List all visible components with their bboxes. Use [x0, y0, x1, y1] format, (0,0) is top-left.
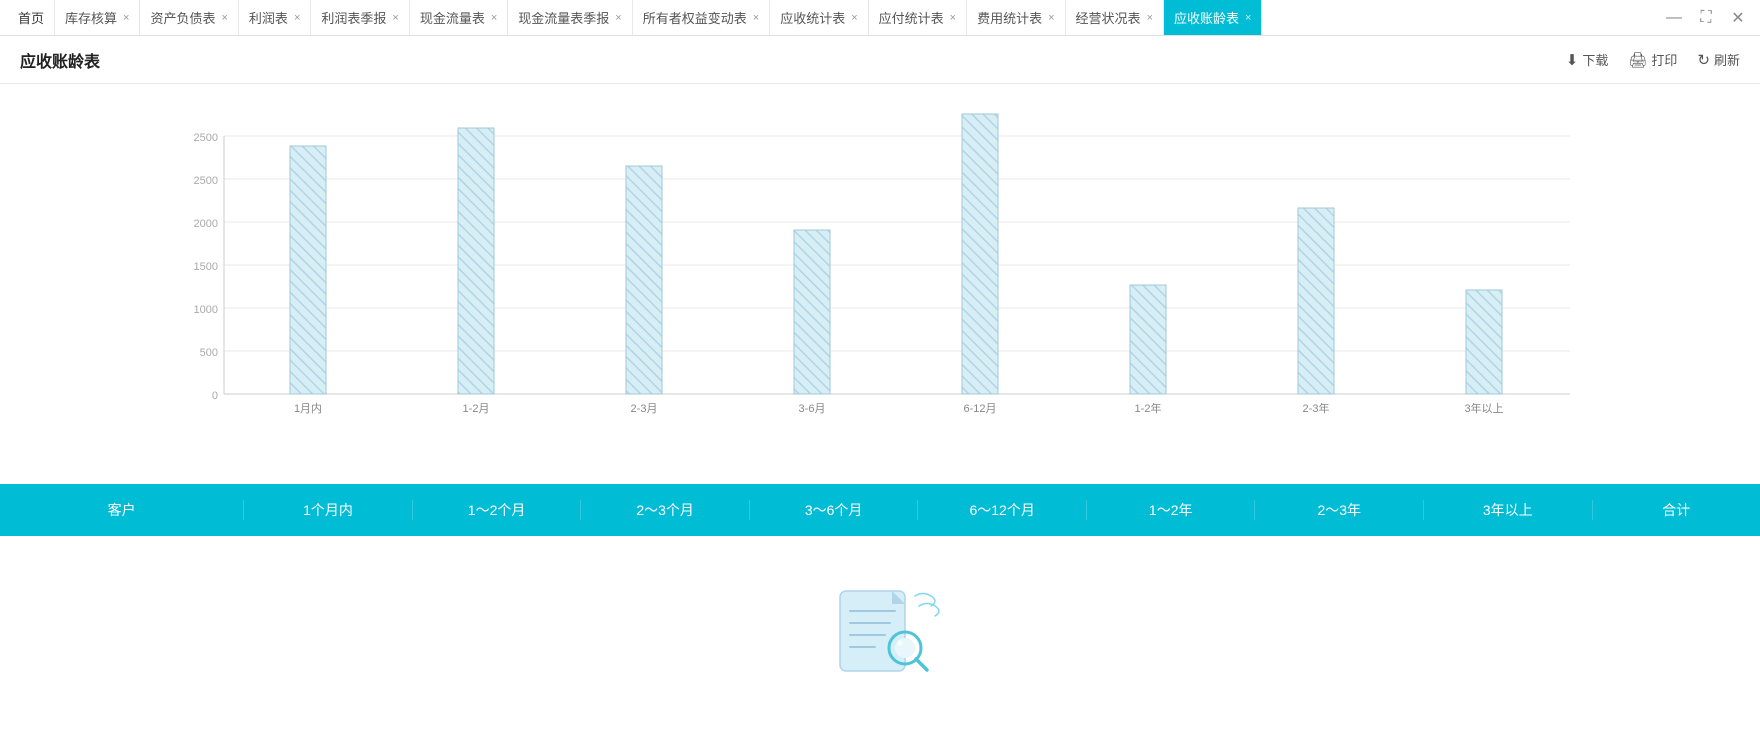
minimize-icon[interactable]: —: [1660, 4, 1688, 32]
print-label: 打印: [1651, 50, 1677, 69]
tab-equity-close[interactable]: ×: [753, 12, 759, 24]
th-month1: 1个月内: [244, 500, 413, 520]
tab-ap-stat[interactable]: 应付统计表 ×: [869, 0, 967, 36]
th-month2to3: 2～3个月: [581, 500, 750, 520]
svg-text:2-3年: 2-3年: [1303, 401, 1330, 415]
svg-text:2500: 2500: [194, 132, 218, 144]
tab-profit-quarterly[interactable]: 利润表季报 ×: [311, 0, 409, 36]
tab-inventory-label: 库存核算: [65, 8, 117, 27]
maximize-icon[interactable]: ⛶: [1692, 4, 1720, 32]
tab-ar-aging[interactable]: 应收账龄表 ×: [1164, 0, 1262, 36]
svg-text:6-12月: 6-12月: [963, 403, 996, 415]
th-month3to6: 3～6个月: [750, 500, 919, 520]
tab-ops-label: 经营状况表: [1076, 8, 1141, 27]
tab-profit-quarterly-close[interactable]: ×: [392, 12, 398, 24]
svg-text:1000: 1000: [194, 304, 218, 316]
tab-inventory[interactable]: 库存核算 ×: [55, 0, 140, 36]
svg-text:1-2年: 1-2年: [1135, 401, 1162, 415]
tab-balance-close[interactable]: ×: [221, 12, 227, 24]
tab-ap-stat-close[interactable]: ×: [950, 12, 956, 24]
tab-ap-stat-label: 应付统计表: [879, 8, 944, 27]
download-icon: ⬇: [1566, 51, 1579, 69]
tab-ar-stat-close[interactable]: ×: [851, 12, 857, 24]
tab-cashflow-quarterly-close[interactable]: ×: [615, 12, 621, 24]
svg-text:0: 0: [212, 390, 218, 402]
tab-ar-stat[interactable]: 应收统计表 ×: [770, 0, 868, 36]
svg-text:3年以上: 3年以上: [1464, 401, 1503, 415]
tab-cashflow-close[interactable]: ×: [491, 12, 497, 24]
th-month1to2: 1～2个月: [413, 500, 582, 520]
tab-ar-aging-label: 应收账龄表: [1174, 8, 1239, 27]
tab-expense-stat-close[interactable]: ×: [1048, 12, 1054, 24]
svg-text:2000: 2000: [194, 218, 218, 230]
close-window-icon[interactable]: ✕: [1724, 4, 1752, 32]
refresh-label: 刷新: [1714, 50, 1740, 69]
main-content: 0 500 1000 1500 2000 2500 2500: [0, 84, 1760, 746]
tab-cashflow-quarterly-label: 现金流量表季报: [518, 8, 609, 27]
svg-text:1500: 1500: [194, 261, 218, 273]
tab-ops-close[interactable]: ×: [1147, 12, 1153, 24]
th-month6to12: 6～12个月: [918, 500, 1087, 520]
tab-cashflow-quarterly[interactable]: 现金流量表季报 ×: [508, 0, 632, 36]
tab-ar-aging-close[interactable]: ×: [1245, 12, 1251, 24]
refresh-icon: ↻: [1697, 51, 1710, 69]
page-header: 应收账龄表 ⬇ 下载 🖨 打印 ↻ 刷新: [0, 36, 1760, 84]
download-label: 下载: [1582, 50, 1608, 69]
tab-inventory-close[interactable]: ×: [123, 12, 129, 24]
tab-profit-quarterly-label: 利润表季报: [321, 8, 386, 27]
tab-home[interactable]: 首页: [8, 0, 55, 36]
th-year2to3: 2～3年: [1255, 500, 1424, 520]
svg-text:2500: 2500: [194, 175, 218, 187]
tab-balance-label: 资产负债表: [150, 8, 215, 27]
print-button[interactable]: 🖨 打印: [1628, 50, 1677, 69]
tab-expense-stat-label: 费用统计表: [977, 8, 1042, 27]
th-yearover3: 3年以上: [1424, 500, 1593, 520]
tab-balance[interactable]: 资产负债表 ×: [140, 0, 238, 36]
empty-illustration: [815, 576, 945, 686]
bar-chart: 0 500 1000 1500 2000 2500 2500: [30, 104, 1730, 424]
tab-ar-stat-label: 应收统计表: [780, 8, 845, 27]
tab-cashflow[interactable]: 现金流量表 ×: [410, 0, 508, 36]
svg-text:3-6月: 3-6月: [799, 403, 826, 415]
tab-ops[interactable]: 经营状况表 ×: [1066, 0, 1164, 36]
svg-text:500: 500: [200, 347, 218, 359]
table-header: 客户 1个月内 1～2个月 2～3个月 3～6个月 6～12个月 1～2年 2～…: [0, 484, 1760, 536]
print-icon: 🖨: [1628, 51, 1647, 69]
download-button[interactable]: ⬇ 下载: [1566, 50, 1609, 69]
svg-text:1月内: 1月内: [294, 401, 322, 415]
tab-home-label: 首页: [18, 8, 44, 27]
th-customer: 客户: [0, 500, 244, 520]
header-actions: ⬇ 下载 🖨 打印 ↻ 刷新: [1566, 50, 1740, 69]
tab-cashflow-label: 现金流量表: [420, 8, 485, 27]
refresh-button[interactable]: ↻ 刷新: [1697, 50, 1740, 69]
th-total: 合计: [1593, 500, 1760, 520]
tab-profit[interactable]: 利润表 ×: [239, 0, 311, 36]
tab-equity[interactable]: 所有者权益变动表 ×: [633, 0, 770, 36]
page-title: 应收账龄表: [20, 48, 100, 72]
svg-text:1-2月: 1-2月: [463, 403, 490, 415]
tab-profit-close[interactable]: ×: [294, 12, 300, 24]
tab-bar: 首页 库存核算 × 资产负债表 × 利润表 × 利润表季报 × 现金流量表 × …: [0, 0, 1760, 36]
tab-bar-actions: — ⛶ ✕: [1660, 4, 1752, 32]
empty-area: [0, 536, 1760, 746]
tab-expense-stat[interactable]: 费用统计表 ×: [967, 0, 1065, 36]
th-year1to2: 1～2年: [1087, 500, 1256, 520]
tab-profit-label: 利润表: [249, 8, 288, 27]
chart-area: 0 500 1000 1500 2000 2500 2500: [0, 84, 1760, 484]
svg-text:2-3月: 2-3月: [631, 403, 658, 415]
tab-equity-label: 所有者权益变动表: [643, 8, 747, 27]
